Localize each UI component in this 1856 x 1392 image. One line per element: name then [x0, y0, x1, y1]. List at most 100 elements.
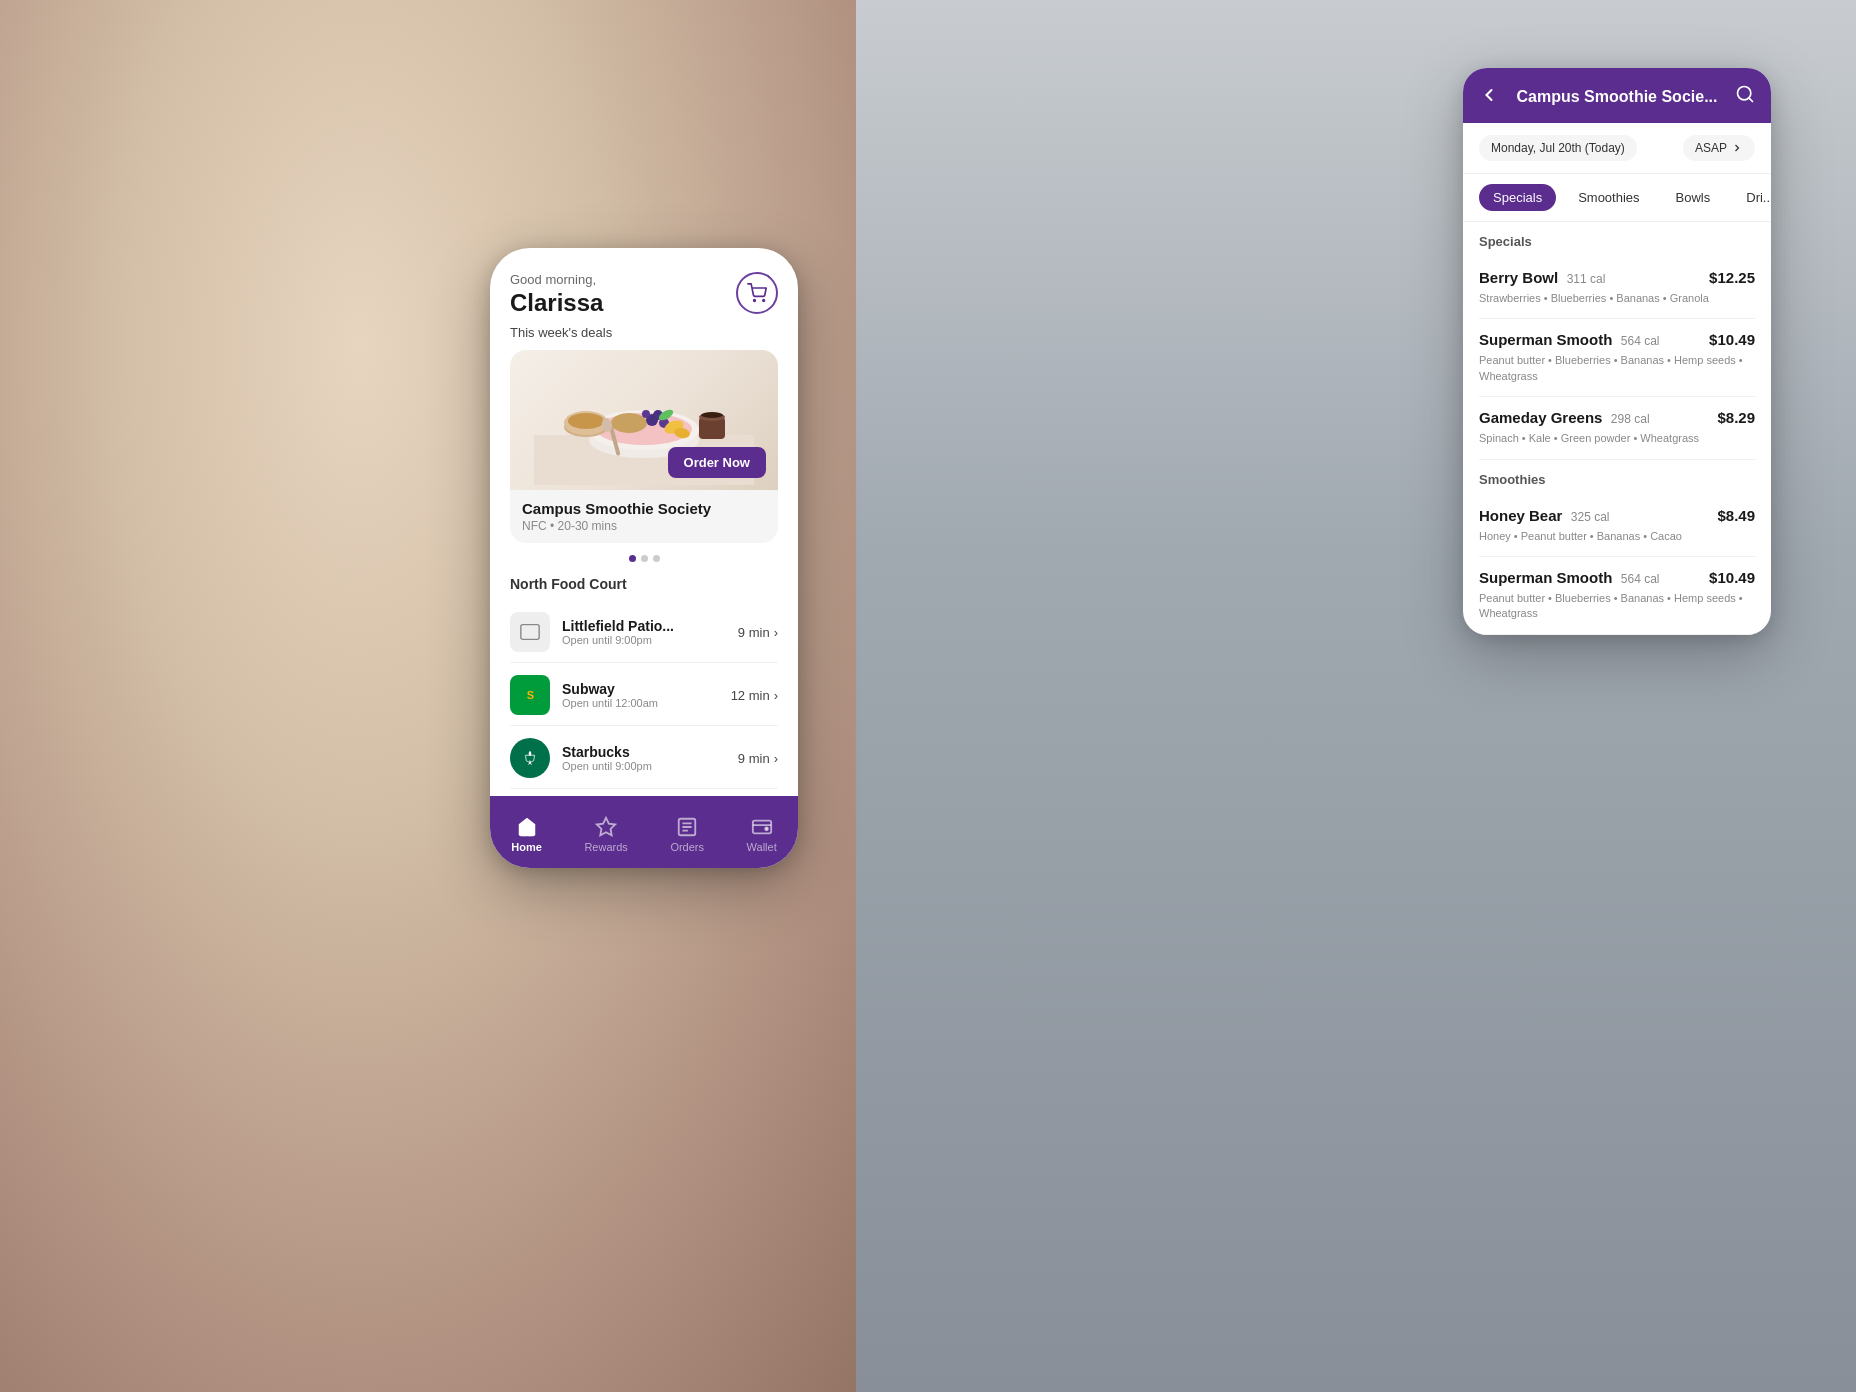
nav-wallet-label: Wallet	[747, 841, 777, 853]
food-court-label: North Food Court	[510, 576, 778, 592]
greeting-row: Good morning, Clarissa	[510, 272, 778, 317]
nav-rewards-label: Rewards	[584, 841, 627, 853]
svg-rect-29	[752, 820, 770, 833]
restaurant-item-subway[interactable]: S Subway Open until 12:00am 12 min ›	[510, 665, 778, 726]
subway-name: Subway	[562, 681, 731, 697]
dot-1	[629, 555, 636, 562]
starbucks-hours: Open until 9:00pm	[562, 760, 738, 772]
berry-bowl-name: Berry Bowl	[1479, 269, 1558, 286]
wallet-icon	[751, 816, 773, 838]
date-row: Monday, Jul 20th (Today) ASAP	[1463, 123, 1771, 174]
carousel-dots	[510, 555, 778, 562]
cart-icon	[747, 283, 767, 303]
order-now-button[interactable]: Order Now	[668, 447, 766, 478]
subway-chevron: ›	[774, 688, 778, 703]
berry-bowl-price: $12.25	[1709, 269, 1755, 286]
superman-smooth-2-cal: 564 cal	[1621, 572, 1660, 586]
berry-bowl-cal: 311 cal	[1567, 272, 1606, 286]
date-pill[interactable]: Monday, Jul 20th (Today)	[1479, 135, 1637, 161]
greeting-text: Good morning, Clarissa	[510, 272, 603, 317]
superman-smooth-1-name-row: Superman Smooth 564 cal	[1479, 331, 1660, 349]
svg-line-32	[1749, 98, 1753, 102]
nav-home[interactable]: Home	[511, 816, 542, 853]
menu-title: Campus Smoothie Socie...	[1511, 88, 1723, 106]
gameday-greens-cal: 298 cal	[1611, 412, 1650, 426]
starbucks-time-value: 9 min	[738, 751, 770, 766]
deal-image: Order Now	[510, 350, 778, 490]
asap-chevron-icon	[1731, 142, 1743, 154]
deal-meta: NFC • 20-30 mins	[522, 519, 766, 533]
subway-logo-text: S	[527, 689, 533, 701]
deals-label: This week's deals	[510, 325, 778, 340]
superman-smooth-1-name: Superman Smooth	[1479, 331, 1612, 348]
honey-bear-cal: 325 cal	[1571, 510, 1610, 524]
superman-smooth-2-name: Superman Smooth	[1479, 569, 1612, 586]
superman-smooth-1-top: Superman Smooth 564 cal $10.49	[1479, 331, 1755, 349]
berry-bowl-desc: Strawberries • Blueberries • Bananas • G…	[1479, 291, 1755, 306]
greeting-label: Good morning,	[510, 272, 603, 287]
user-name: Clarissa	[510, 289, 603, 317]
bottom-nav: Home Rewards Orders Wallet	[490, 796, 798, 868]
svg-point-21	[701, 412, 723, 418]
menu-content: Specials Berry Bowl 311 cal $12.25 Straw…	[1463, 222, 1771, 635]
restaurant-item-starbucks[interactable]: Starbucks Open until 9:00pm 9 min ›	[510, 728, 778, 789]
starbucks-name: Starbucks	[562, 744, 738, 760]
nav-orders-label: Orders	[670, 841, 704, 853]
cart-button[interactable]	[736, 272, 778, 314]
littlefield-icon	[519, 621, 541, 643]
nav-rewards[interactable]: Rewards	[584, 816, 627, 853]
menu-item-gameday-greens[interactable]: Gameday Greens 298 cal $8.29 Spinach • K…	[1479, 397, 1755, 459]
tab-bowls[interactable]: Bowls	[1662, 184, 1725, 211]
deal-card[interactable]: Order Now Campus Smoothie Society NFC • …	[510, 350, 778, 543]
asap-pill[interactable]: ASAP	[1683, 135, 1755, 161]
dot-2	[641, 555, 648, 562]
search-button[interactable]	[1735, 84, 1755, 109]
svg-point-0	[754, 300, 756, 302]
littlefield-name: Littlefield Patio...	[562, 618, 738, 634]
starbucks-icon	[519, 747, 541, 769]
berry-bowl-top: Berry Bowl 311 cal $12.25	[1479, 269, 1755, 287]
svg-marker-24	[597, 817, 615, 834]
superman-smooth-2-top: Superman Smooth 564 cal $10.49	[1479, 569, 1755, 587]
subway-time: 12 min ›	[731, 688, 778, 703]
home-icon	[516, 816, 538, 838]
orders-icon	[676, 816, 698, 838]
deal-info: Campus Smoothie Society NFC • 20-30 mins	[510, 490, 778, 543]
restaurant-item-littlefield[interactable]: Littlefield Patio... Open until 9:00pm 9…	[510, 602, 778, 663]
littlefield-chevron: ›	[774, 625, 778, 640]
menu-item-superman-smooth-1[interactable]: Superman Smooth 564 cal $10.49 Peanut bu…	[1479, 319, 1755, 397]
tab-drinks[interactable]: Dri...	[1732, 184, 1771, 211]
asap-label: ASAP	[1695, 141, 1727, 155]
gameday-greens-top: Gameday Greens 298 cal $8.29	[1479, 409, 1755, 427]
deal-restaurant-name: Campus Smoothie Society	[522, 500, 766, 517]
svg-point-6	[611, 413, 647, 433]
left-phone-content: Good morning, Clarissa This week's deals	[490, 248, 798, 796]
menu-item-superman-smooth-2[interactable]: Superman Smooth 564 cal $10.49 Peanut bu…	[1479, 557, 1755, 635]
menu-header: Campus Smoothie Socie...	[1463, 68, 1771, 123]
tab-specials[interactable]: Specials	[1479, 184, 1556, 211]
honey-bear-name: Honey Bear	[1479, 507, 1562, 524]
smoothies-section-header: Smoothies	[1479, 460, 1755, 495]
tab-smoothies[interactable]: Smoothies	[1564, 184, 1653, 211]
back-button[interactable]	[1479, 85, 1499, 108]
nav-orders[interactable]: Orders	[670, 816, 704, 853]
menu-tabs: Specials Smoothies Bowls Dri...	[1463, 174, 1771, 222]
specials-section-header: Specials	[1479, 222, 1755, 257]
search-icon	[1735, 84, 1755, 104]
svg-point-30	[765, 827, 768, 830]
menu-item-berry-bowl[interactable]: Berry Bowl 311 cal $12.25 Strawberries •…	[1479, 257, 1755, 319]
svg-rect-22	[521, 625, 539, 640]
dot-3	[653, 555, 660, 562]
superman-smooth-1-desc: Peanut butter • Blueberries • Bananas • …	[1479, 353, 1755, 384]
honey-bear-name-row: Honey Bear 325 cal	[1479, 507, 1610, 525]
superman-smooth-2-desc: Peanut butter • Blueberries • Bananas • …	[1479, 591, 1755, 622]
restaurant-list: Littlefield Patio... Open until 9:00pm 9…	[510, 602, 778, 789]
nav-wallet[interactable]: Wallet	[747, 816, 777, 853]
honey-bear-price: $8.49	[1717, 507, 1755, 524]
menu-item-honey-bear[interactable]: Honey Bear 325 cal $8.49 Honey • Peanut …	[1479, 495, 1755, 557]
littlefield-info: Littlefield Patio... Open until 9:00pm	[562, 618, 738, 646]
subway-time-value: 12 min	[731, 688, 770, 703]
subway-hours: Open until 12:00am	[562, 697, 731, 709]
svg-point-1	[763, 300, 765, 302]
subway-logo: S	[510, 675, 550, 715]
